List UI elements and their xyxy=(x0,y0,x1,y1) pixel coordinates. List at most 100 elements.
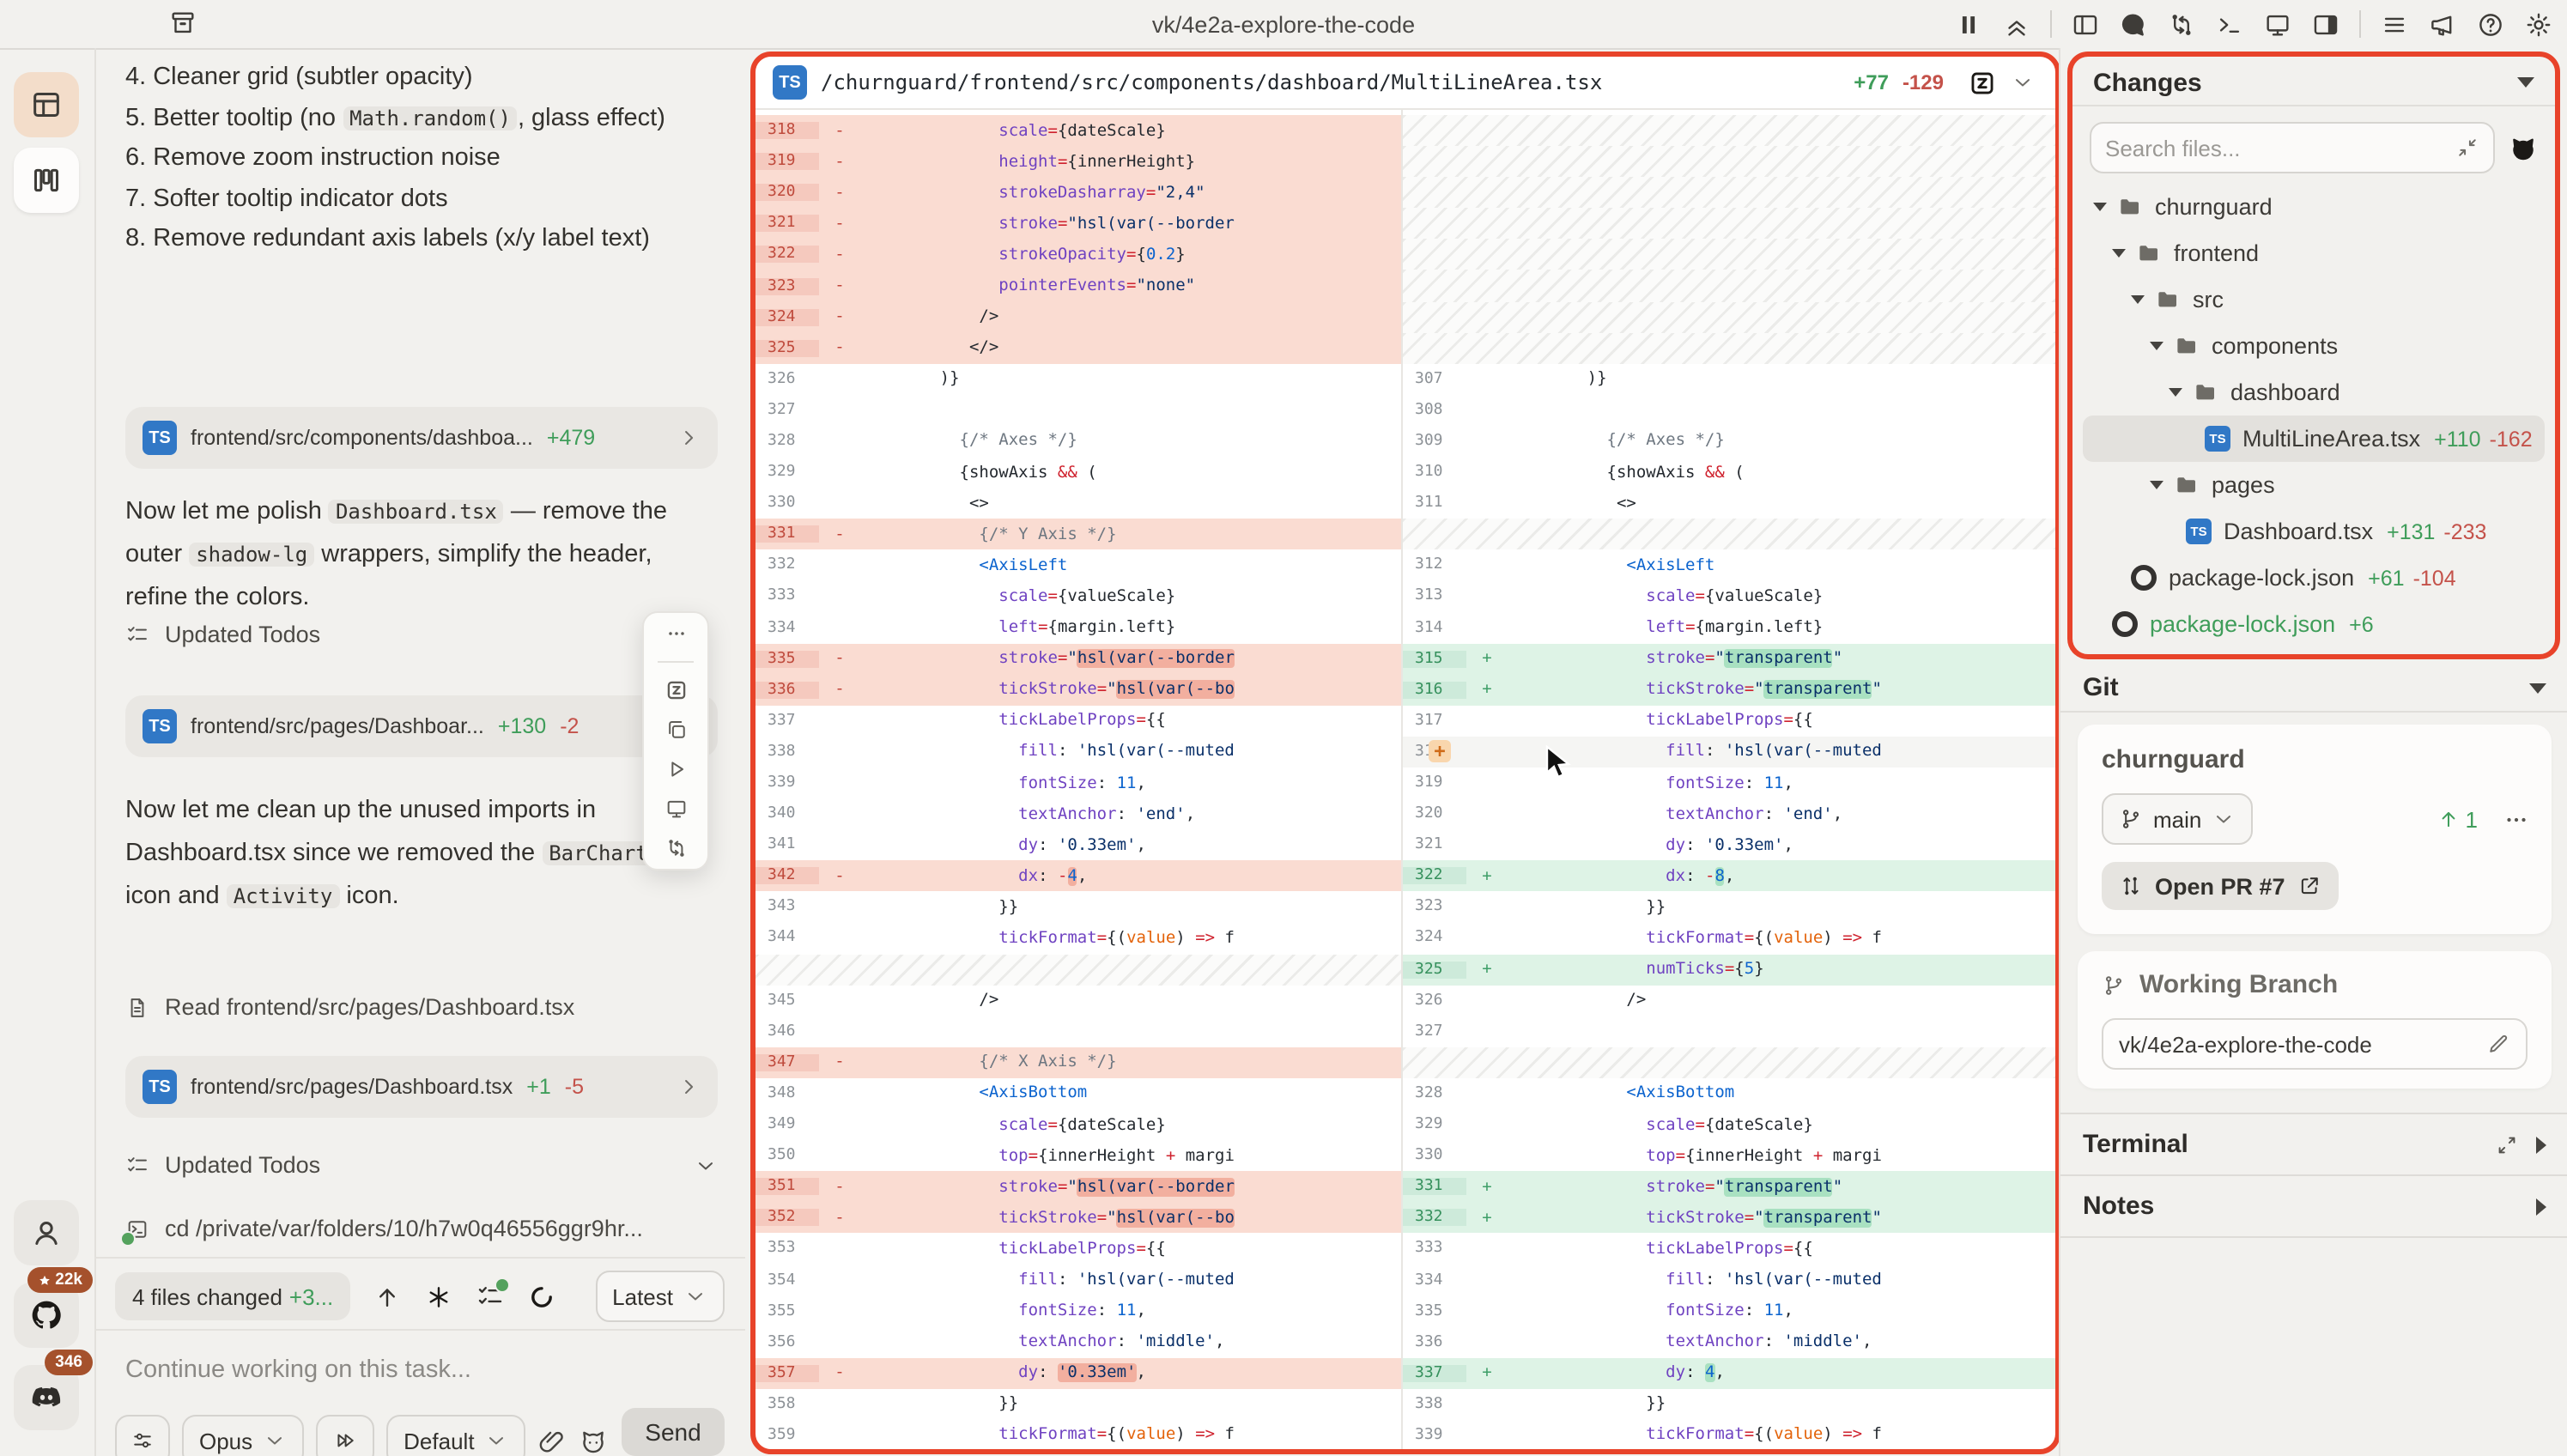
edit-branch-icon[interactable] xyxy=(2486,1032,2510,1056)
caret-down-icon[interactable] xyxy=(2150,342,2163,350)
tree-folder-src[interactable]: src xyxy=(2083,276,2545,323)
kanban-view-button[interactable] xyxy=(14,148,79,213)
diff-filler-row xyxy=(1403,519,2055,549)
tree-file-MultiLineArea.tsx[interactable]: TSMultiLineArea.tsx +110-162 xyxy=(2083,416,2545,462)
diff-context-line: 311 <> xyxy=(1403,488,2055,519)
caret-down-icon[interactable] xyxy=(2169,388,2182,397)
z-diff-toolbar-icon[interactable] xyxy=(664,678,688,702)
megaphone-icon[interactable] xyxy=(2428,9,2457,39)
layout-panels-icon xyxy=(29,88,64,122)
tree-folder-frontend[interactable]: frontend xyxy=(2083,230,2545,276)
line-number: 339 xyxy=(1403,1427,1466,1444)
play-toolbar-icon[interactable] xyxy=(664,757,688,781)
file-chip[interactable]: TS frontend/src/pages/Dashboard.tsx +1 -… xyxy=(125,1056,718,1118)
expand-terminal-icon[interactable] xyxy=(2495,1132,2519,1156)
git-section-header[interactable]: Git xyxy=(2060,663,2567,713)
monitor-icon[interactable] xyxy=(2263,9,2292,39)
github-button[interactable]: 22k xyxy=(14,1283,79,1348)
file-chip[interactable]: TS frontend/src/pages/Dashboar... +130 -… xyxy=(125,695,718,757)
fast-forward-button[interactable] xyxy=(316,1415,374,1456)
terminal-prompt-icon[interactable] xyxy=(2215,9,2244,39)
dots-toolbar-icon[interactable] xyxy=(664,622,688,646)
code-text: dy: 4, xyxy=(1528,1364,2055,1383)
chevron-down-icon[interactable] xyxy=(694,1153,718,1177)
account-button[interactable] xyxy=(14,1200,79,1265)
workspace-tab-active[interactable] xyxy=(14,72,79,137)
split-diff-toggle[interactable] xyxy=(1968,68,1997,97)
read-file-event[interactable]: Read frontend/src/pages/Dashboard.tsx xyxy=(125,994,718,1020)
changes-header[interactable]: Changes xyxy=(2072,57,2555,106)
terminal-section-header[interactable]: Terminal xyxy=(2060,1119,2567,1169)
ts-file-icon: TS xyxy=(2186,519,2212,544)
diff-added-line: 316+ tickStroke="transparent" xyxy=(1403,674,2055,705)
attach-button[interactable] xyxy=(538,1426,567,1455)
help-icon[interactable] xyxy=(2476,9,2505,39)
file-search-input[interactable]: Search files... xyxy=(2090,122,2495,173)
copy-toolbar-icon[interactable] xyxy=(664,718,688,742)
tree-file-package-lock.json[interactable]: package-lock.json +61-104 xyxy=(2083,555,2545,601)
code-text: numTicks={5} xyxy=(1528,960,2055,979)
panel-left-icon[interactable] xyxy=(2071,9,2100,39)
collapse-changes-icon[interactable] xyxy=(2517,77,2534,88)
cat-icon[interactable] xyxy=(2509,133,2538,162)
chevron-right-icon[interactable] xyxy=(677,426,701,450)
notes-section-header[interactable]: Notes xyxy=(2060,1181,2567,1231)
git-more-menu[interactable] xyxy=(2502,804,2531,834)
code-text: }} xyxy=(881,898,1401,917)
line-number: 316 xyxy=(1403,681,1466,698)
tree-folder-pages[interactable]: pages xyxy=(2083,462,2545,508)
spark-icon[interactable] xyxy=(424,1282,453,1311)
todos-event[interactable]: Updated Todos xyxy=(125,622,718,647)
tree-file-package-lock.json[interactable]: package-lock.json +6 xyxy=(2083,601,2545,647)
archive-icon[interactable] xyxy=(168,9,197,38)
caret-down-icon[interactable] xyxy=(2150,481,2163,489)
panel-right-icon[interactable] xyxy=(2311,9,2340,39)
diff-file-path: /churnguard/frontend/src/components/dash… xyxy=(821,70,1602,94)
discord-button[interactable]: 346 xyxy=(14,1365,79,1430)
chevron-right-icon[interactable] xyxy=(677,1075,701,1099)
settings-icon[interactable] xyxy=(2524,9,2553,39)
tree-file-Dashboard.tsx[interactable]: TSDashboard.tsx +131-233 xyxy=(2083,508,2545,555)
diff-body: 318- scale={dateScale}319- height={inner… xyxy=(756,110,2055,1449)
open-pr-button[interactable]: Open PR #7 xyxy=(2102,862,2339,910)
caret-down-icon[interactable] xyxy=(2131,295,2145,304)
caret-down-icon[interactable] xyxy=(2112,249,2126,258)
tree-folder-components[interactable]: components xyxy=(2083,323,2545,369)
version-selector[interactable]: Latest xyxy=(595,1271,725,1322)
tree-folder-dashboard[interactable]: dashboard xyxy=(2083,369,2545,416)
caret-down-icon[interactable] xyxy=(2093,203,2107,211)
commits-ahead[interactable]: 1 xyxy=(2437,806,2478,832)
sliders-icon xyxy=(130,1429,155,1453)
monitor-toolbar-icon[interactable] xyxy=(664,797,688,821)
git-compare-toolbar-icon[interactable] xyxy=(664,836,688,860)
profile-selector[interactable]: Default xyxy=(386,1415,525,1456)
todos-icon[interactable] xyxy=(476,1282,505,1311)
settings-sliders-button[interactable] xyxy=(115,1415,170,1456)
diff-sign: - xyxy=(819,1177,860,1196)
menu-icon[interactable] xyxy=(2380,9,2409,39)
collapse-up-icon[interactable] xyxy=(2002,9,2031,39)
chat-bubble-icon[interactable] xyxy=(2119,9,2148,39)
cat-agent-button[interactable] xyxy=(580,1426,609,1455)
ts-file-icon: TS xyxy=(143,709,177,743)
branch-selector[interactable]: main xyxy=(2102,793,2253,845)
git-compare-icon[interactable] xyxy=(2167,9,2196,39)
collapse-tree-icon[interactable] xyxy=(2455,136,2479,160)
diff-context-line: 333 scale={valueScale} xyxy=(756,581,1401,612)
diff-context-line: 358 }} xyxy=(756,1389,1401,1420)
code-text: height={innerHeight} xyxy=(881,152,1401,171)
file-chip[interactable]: TS frontend/src/components/dashboa... +4… xyxy=(125,407,718,469)
code-text: stroke="hsl(var(--border xyxy=(881,649,1401,668)
add-comment-button[interactable]: + xyxy=(1429,741,1451,763)
send-button[interactable]: Send xyxy=(622,1408,725,1456)
message-input[interactable]: Continue working on this task... xyxy=(125,1356,718,1384)
model-selector[interactable]: Opus xyxy=(182,1415,304,1456)
tree-folder-churnguard[interactable]: churnguard xyxy=(2083,184,2545,230)
todos-event-collapsible[interactable]: Updated Todos xyxy=(125,1152,718,1178)
files-changed-pill[interactable]: 4 files changed+3... xyxy=(115,1272,350,1320)
collapse-diff-icon[interactable] xyxy=(2011,70,2035,94)
terminal-command-event[interactable]: cd /private/var/folders/10/h7w0q46556ggr… xyxy=(125,1216,718,1241)
scroll-up-icon[interactable] xyxy=(373,1282,402,1311)
pause-icon[interactable] xyxy=(1954,9,1983,39)
working-branch-input[interactable]: vk/4e2a-explore-the-code xyxy=(2102,1018,2528,1070)
